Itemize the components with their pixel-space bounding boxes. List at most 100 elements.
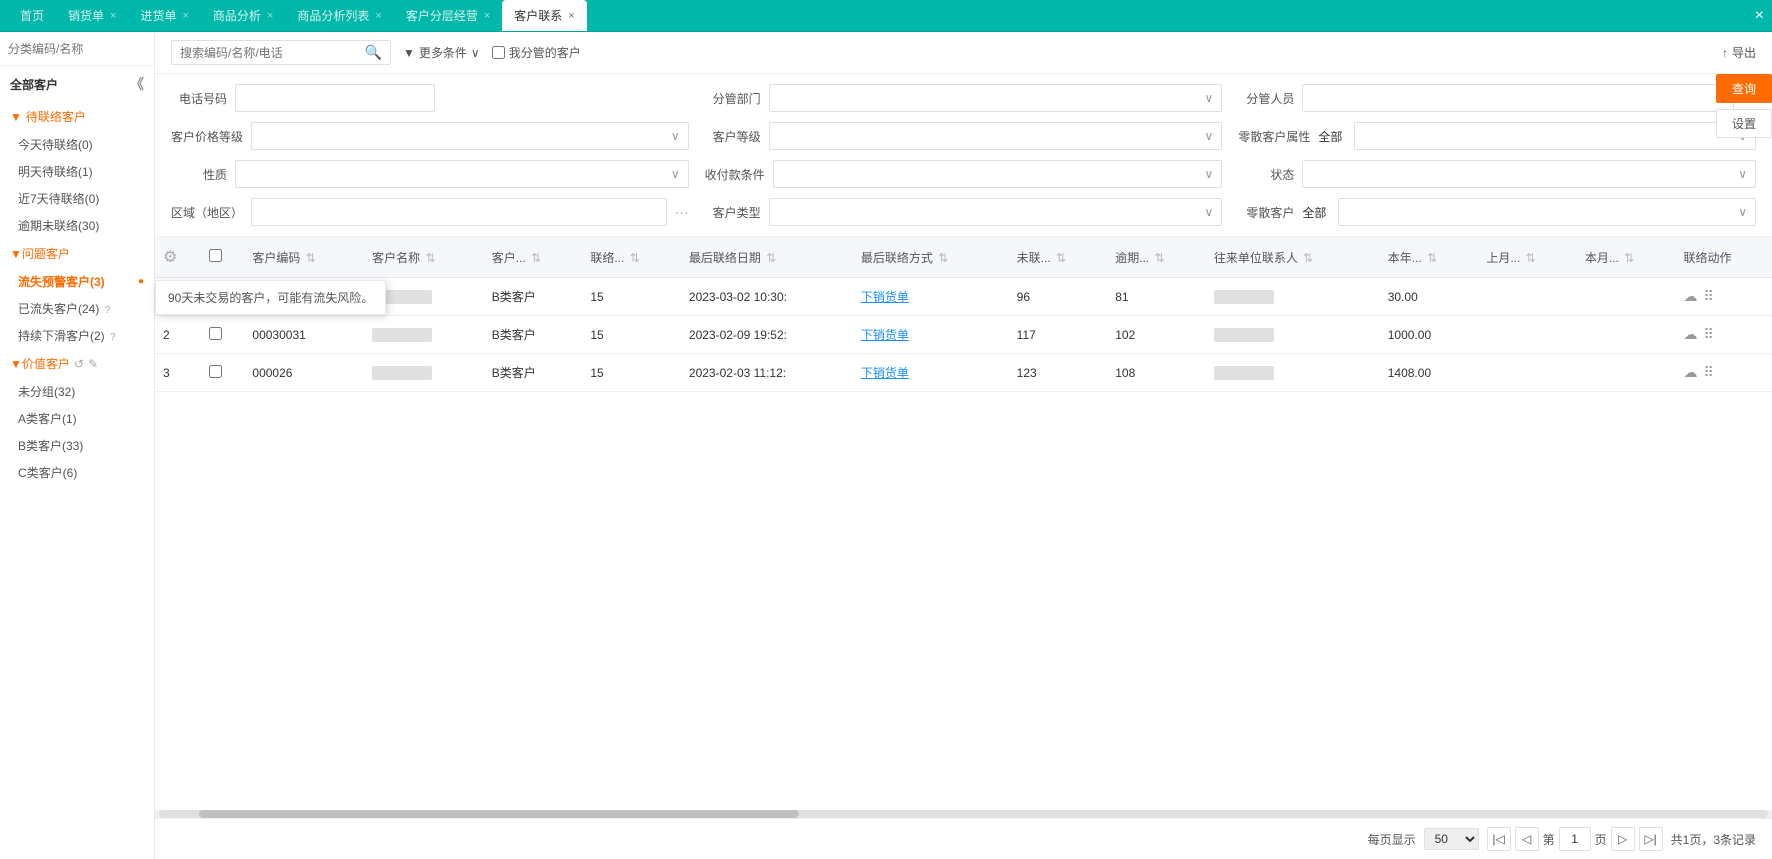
last-page-button[interactable]: ▷|: [1639, 827, 1663, 851]
customer-level-select[interactable]: ∨: [769, 122, 1223, 150]
search-input[interactable]: [180, 46, 365, 60]
horizontal-scrollbar[interactable]: [155, 810, 1772, 818]
status-select[interactable]: ∨: [1302, 160, 1756, 188]
close-icon[interactable]: ×: [182, 10, 188, 22]
filter-customer-type: 客户类型 ∨: [705, 198, 1223, 226]
manager-select[interactable]: [1302, 84, 1734, 112]
refresh-icon[interactable]: ↺: [74, 357, 84, 371]
filter-zero-attr: 零散客户属性 全部 ∨: [1238, 122, 1756, 150]
sidebar-item-today[interactable]: 今天待联络(0): [0, 131, 154, 158]
col-name[interactable]: 客户名称 ⇅: [364, 237, 484, 278]
gear-icon[interactable]: ⚙: [163, 249, 177, 266]
prev-page-button[interactable]: ◁: [1515, 827, 1539, 851]
col-last-date[interactable]: 最后联络日期 ⇅: [681, 237, 853, 278]
zero-attr-select[interactable]: ∨: [1354, 122, 1756, 150]
arrow-icon: ▼: [10, 357, 22, 371]
customer-type-select[interactable]: ∨: [769, 198, 1223, 226]
contact-icon[interactable]: ☁: [1683, 364, 1697, 381]
close-icon[interactable]: ×: [267, 10, 273, 22]
sidebar-item-b-class[interactable]: B类客户(33): [0, 432, 154, 459]
col-this-month[interactable]: 本月... ⇅: [1577, 237, 1676, 278]
query-button[interactable]: 查询: [1716, 74, 1772, 103]
scrollbar-track[interactable]: [159, 810, 1768, 818]
row-check[interactable]: [209, 327, 222, 340]
my-customers-check[interactable]: [492, 46, 505, 59]
my-customers-checkbox[interactable]: 我分管的客户: [492, 44, 581, 61]
col-type[interactable]: 客户... ⇅: [484, 237, 583, 278]
contact-icon[interactable]: ☁: [1683, 326, 1697, 343]
tab-analysis-list[interactable]: 商品分析列表 ×: [285, 0, 393, 31]
more-action-icon[interactable]: ⠿: [1703, 364, 1713, 381]
close-icon[interactable]: ×: [375, 10, 381, 22]
sidebar-section-value[interactable]: ▼ 价值客户 ↺ ✎: [0, 349, 154, 378]
col-uncontacted[interactable]: 未联... ⇅: [1009, 237, 1108, 278]
tab-analysis[interactable]: 商品分析 ×: [201, 0, 285, 31]
sidebar-search-input[interactable]: [8, 42, 155, 56]
sidebar-item-churned[interactable]: 已流失客户(24) ?: [0, 295, 154, 322]
sidebar-item-tomorrow[interactable]: 明天待联络(1): [0, 158, 154, 185]
sidebar-item-7days[interactable]: 近7天待联络(0): [0, 185, 154, 212]
col-last-way[interactable]: 最后联络方式 ⇅: [853, 237, 1009, 278]
tab-sales[interactable]: 销货单 ×: [56, 0, 128, 31]
last-way-link[interactable]: 下销货单: [861, 290, 909, 304]
page-size-select[interactable]: 50 20 100: [1424, 828, 1479, 850]
row-last-way[interactable]: 下销货单: [853, 316, 1009, 354]
col-action: 联络动作: [1675, 237, 1772, 278]
close-icon[interactable]: ×: [568, 10, 574, 22]
col-code[interactable]: 客户编码 ⇅: [244, 237, 364, 278]
page-number-input[interactable]: [1559, 827, 1591, 851]
next-page-button[interactable]: ▷: [1611, 827, 1635, 851]
sidebar-item-ungrouped[interactable]: 未分组(32): [0, 378, 154, 405]
collapse-icon[interactable]: 《: [130, 74, 144, 94]
sidebar-item-overdue[interactable]: 逾期未联络(30): [0, 212, 154, 239]
col-this-year[interactable]: 本年... ⇅: [1380, 237, 1479, 278]
sidebar-item-churn-warning[interactable]: 流失预警客户(3) ●: [0, 268, 154, 295]
dept-select[interactable]: ∨: [769, 84, 1223, 112]
edit-icon[interactable]: ✎: [88, 357, 98, 371]
sidebar-section-problem[interactable]: ▼ 问题客户: [0, 239, 154, 268]
last-way-link[interactable]: 下销货单: [861, 366, 909, 380]
settings-button[interactable]: 设置: [1716, 109, 1772, 138]
col-settings[interactable]: ⚙: [155, 237, 201, 278]
col-overdue[interactable]: 逾期... ⇅: [1107, 237, 1206, 278]
close-icon[interactable]: ×: [110, 10, 116, 22]
payment-select[interactable]: ∨: [773, 160, 1223, 188]
sidebar-all-customers-header[interactable]: 全部客户 《: [0, 66, 154, 102]
row-checkbox[interactable]: [201, 316, 245, 354]
tab-customer-layer[interactable]: 客户分层经营 ×: [394, 0, 502, 31]
tab-customer-contact[interactable]: 客户联系 ×: [502, 0, 586, 31]
row-checkbox[interactable]: [201, 354, 245, 392]
col-contact-num[interactable]: 联络... ⇅: [582, 237, 681, 278]
col-contact-person[interactable]: 往来单位联系人 ⇅: [1206, 237, 1380, 278]
more-action-icon[interactable]: ⠿: [1703, 288, 1713, 305]
sidebar-item-c-class[interactable]: C类客户(6): [0, 459, 154, 486]
sidebar-group-pending-title[interactable]: ▼ 待联络客户: [0, 102, 154, 131]
sidebar-item-a-class[interactable]: A类客户(1): [0, 405, 154, 432]
search-icon[interactable]: 🔍: [365, 44, 382, 61]
col-last-month[interactable]: 上月... ⇅: [1478, 237, 1577, 278]
region-more-icon[interactable]: ···: [675, 204, 689, 220]
phone-input[interactable]: [235, 84, 435, 112]
more-action-icon[interactable]: ⠿: [1703, 326, 1713, 343]
tab-home[interactable]: 首页: [8, 0, 56, 31]
close-icon[interactable]: ×: [484, 10, 490, 22]
select-all-checkbox[interactable]: [209, 249, 222, 262]
row-last-date: 2023-03-02 10:30:: [681, 278, 853, 316]
last-way-link[interactable]: 下销货单: [861, 328, 909, 342]
row-last-way[interactable]: 下销货单: [853, 354, 1009, 392]
row-check[interactable]: [209, 365, 222, 378]
more-conditions-btn[interactable]: ▼ 更多条件 ∨: [403, 44, 480, 61]
zero-customer-select[interactable]: ∨: [1338, 198, 1756, 226]
region-select[interactable]: [251, 198, 667, 226]
export-button[interactable]: ↑ 导出: [1722, 44, 1756, 61]
first-page-button[interactable]: |◁: [1487, 827, 1511, 851]
row-last-way[interactable]: 下销货单: [853, 278, 1009, 316]
col-checkbox[interactable]: [201, 237, 245, 278]
price-level-select[interactable]: ∨: [251, 122, 689, 150]
window-close-button[interactable]: ×: [1755, 8, 1764, 24]
tab-purchase[interactable]: 进货单 ×: [128, 0, 200, 31]
scrollbar-thumb[interactable]: [199, 810, 799, 818]
sidebar-item-declining[interactable]: 持续下滑客户(2) ?: [0, 322, 154, 349]
contact-icon[interactable]: ☁: [1683, 288, 1697, 305]
nature-select[interactable]: ∨: [235, 160, 689, 188]
